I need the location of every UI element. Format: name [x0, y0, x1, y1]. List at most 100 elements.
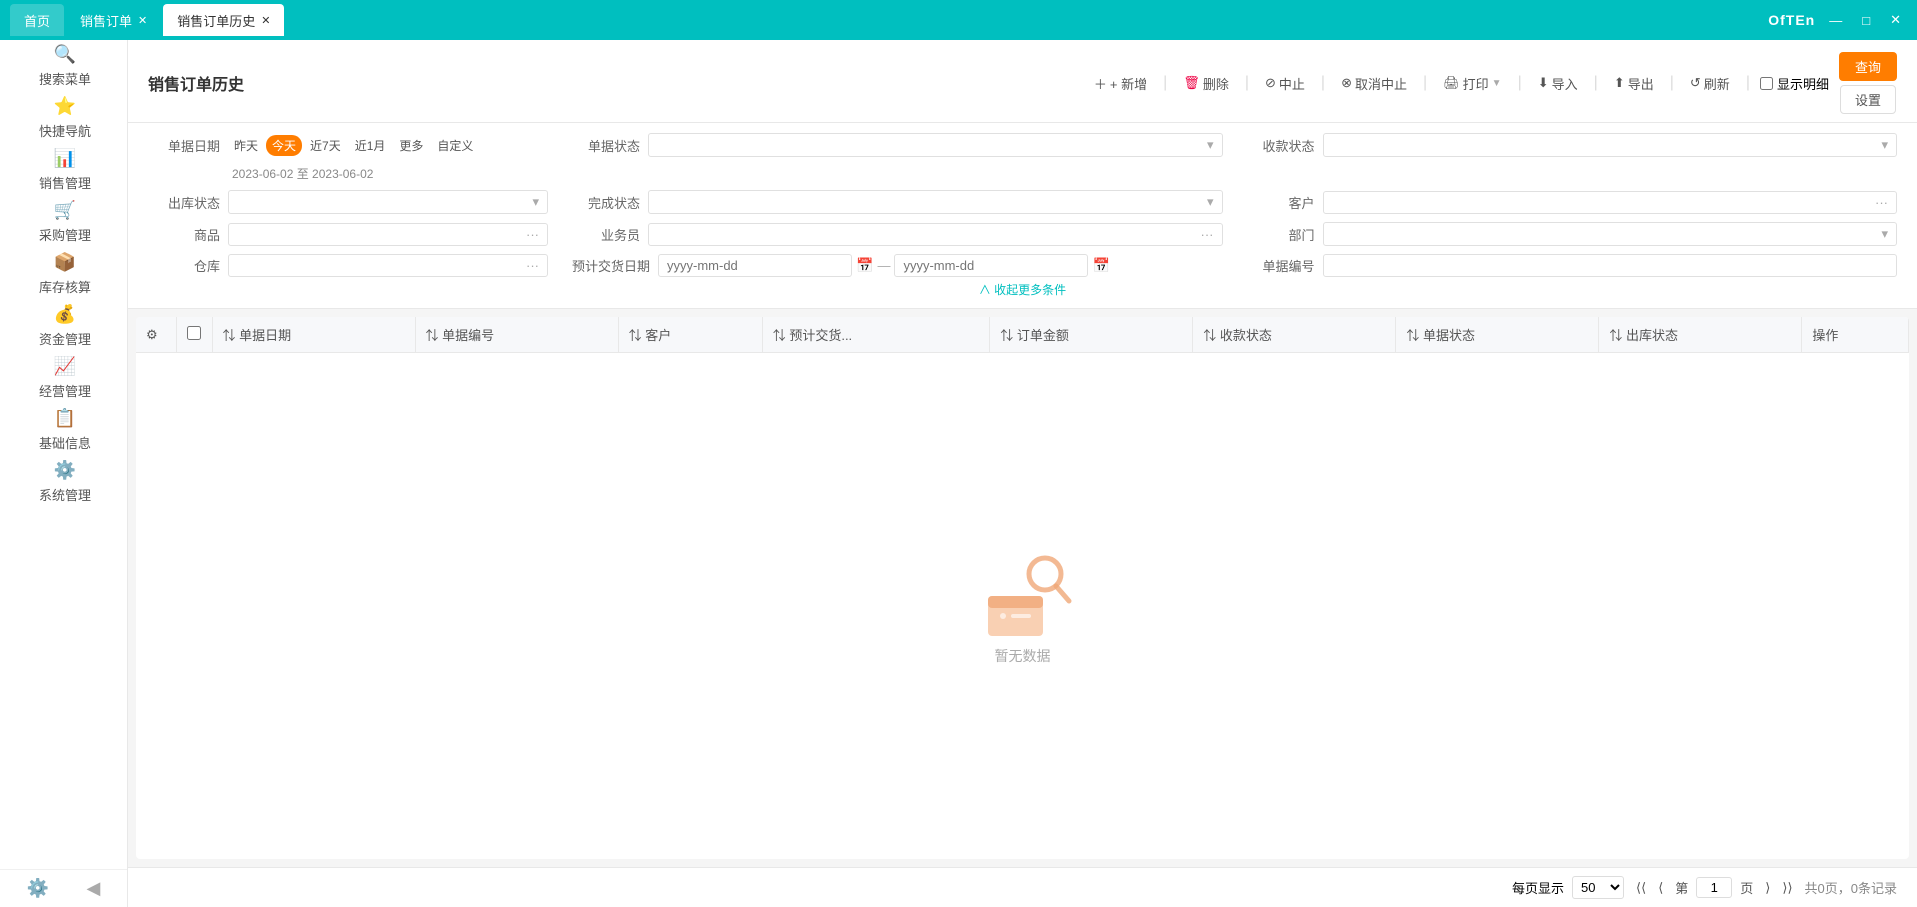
date-btn-more[interactable]: 更多 [393, 135, 429, 156]
th-expected-delivery[interactable]: ⇅ 预计交货... [762, 317, 990, 353]
stop-icon: ⊘ [1265, 75, 1276, 91]
th-settings[interactable]: ⚙ [136, 317, 176, 353]
tab-sales-order-close[interactable]: ✕ [138, 14, 147, 27]
query-button[interactable]: 查询 [1839, 52, 1897, 81]
sidebar-item-operations[interactable]: 📈 经营管理 [0, 352, 127, 404]
filter-out-stock-select[interactable]: ▾ [228, 190, 548, 214]
customer-dots[interactable]: ··· [1875, 195, 1888, 210]
table-footer: 每页显示 50 10 20 100 ⟨⟨ ⟨ 第 页 ⟩ ⟩⟩ 共0页，0条记录 [128, 867, 1917, 907]
import-btn[interactable]: ⬇ 导入 [1532, 71, 1584, 96]
minimize-btn[interactable]: — [1823, 13, 1848, 28]
salesperson-dots[interactable]: ··· [1201, 227, 1214, 242]
warehouse-dots[interactable]: ··· [526, 258, 539, 273]
page-input[interactable] [1696, 877, 1732, 898]
filter-dept-select[interactable]: ▾ [1323, 222, 1898, 246]
th-out-stock-status[interactable]: ⇅ 出库状态 [1599, 317, 1802, 353]
filter-doc-num-input[interactable] [1323, 254, 1898, 277]
last-page-btn[interactable]: ⟩⟩ [1778, 878, 1796, 898]
sidebar-item-purchase-mgmt[interactable]: 🛒 采购管理 [0, 196, 127, 248]
tab-sales-order-history[interactable]: 销售订单历史 ✕ [163, 4, 284, 36]
th-customer[interactable]: ⇅ 客户 [618, 317, 762, 353]
sidebar-item-operations-label: 经营管理 [39, 381, 91, 400]
sep7: | [1670, 74, 1674, 92]
sidebar-item-system-mgmt[interactable]: ⚙️ 系统管理 [0, 456, 127, 508]
sidebar-collapse-icon[interactable]: ◀ [86, 878, 100, 899]
filter-doc-status-label: 单据状态 [568, 136, 648, 155]
doc-status-arrow: ▾ [1207, 137, 1214, 153]
page-size-select[interactable]: 50 10 20 100 [1572, 876, 1624, 899]
filter-complete-status-select[interactable]: ▾ [648, 190, 1223, 214]
select-all-checkbox[interactable] [187, 326, 201, 340]
sidebar-item-quick-nav[interactable]: ⭐ 快捷导航 [0, 92, 127, 144]
page-nav: ⟨⟨ ⟨ 第 页 ⟩ ⟩⟩ [1632, 876, 1797, 899]
search-menu-icon: 🔍 [54, 44, 76, 65]
th-receipt-status[interactable]: ⇅ 收款状态 [1193, 317, 1396, 353]
th-order-amount[interactable]: ⇅ 订单金额 [990, 317, 1193, 353]
th-doc-date[interactable]: ⇅ 单据日期 [212, 317, 415, 353]
setting-button[interactable]: 设置 [1840, 85, 1896, 114]
first-page-btn[interactable]: ⟨⟨ [1632, 878, 1650, 898]
cancel-stop-btn[interactable]: ⊗ 取消中止 [1335, 71, 1413, 96]
filter-date-value: 昨天 今天 近7天 近1月 更多 自定义 [228, 135, 479, 156]
close-btn[interactable]: ✕ [1884, 12, 1907, 28]
sidebar-item-finance[interactable]: 💰 资金管理 [0, 300, 127, 352]
data-table: ⚙ ⇅ 单据日期 ⇅ 单据编号 ⇅ 客户 ⇅ 预计交货... ⇅ 订单金额 ⇅ … [136, 317, 1909, 353]
refresh-btn[interactable]: ↺ 刷新 [1684, 71, 1736, 96]
new-icon: ＋ [1094, 74, 1107, 93]
show-detail-checkbox[interactable] [1760, 77, 1773, 90]
th-operation: 操作 [1802, 317, 1909, 353]
print-btn[interactable]: 🖨 打印 ▼ [1437, 71, 1507, 96]
filter-delivery-date-item: 预计交货日期 📅 — 📅 [548, 254, 1223, 277]
date-btn-yesterday[interactable]: 昨天 [228, 135, 264, 156]
tab-home[interactable]: 首页 [10, 4, 64, 36]
filter-date-item: 单据日期 昨天 今天 近7天 近1月 更多 自定义 [148, 135, 548, 156]
export-btn[interactable]: ⬆ 导出 [1608, 71, 1660, 96]
sidebar-item-sales-mgmt[interactable]: 📊 销售管理 [0, 144, 127, 196]
sidebar-settings-icon[interactable]: ⚙️ [27, 878, 49, 899]
delete-btn[interactable]: 🗑 删除 [1177, 71, 1235, 96]
tab-sales-order[interactable]: 销售订单 ✕ [66, 4, 161, 36]
delivery-date-start-cal[interactable]: 📅 [856, 257, 873, 274]
sidebar-item-search-menu[interactable]: 🔍 搜索菜单 [0, 40, 127, 92]
stop-btn[interactable]: ⊘ 中止 [1259, 71, 1311, 96]
th-checkbox [176, 317, 212, 353]
operations-icon: 📈 [54, 356, 76, 377]
page-size-label: 每页显示 [1512, 878, 1564, 897]
date-btn-1month[interactable]: 近1月 [349, 135, 392, 156]
print-icon: 🖨 [1443, 75, 1460, 91]
filter-delivery-date-label: 预计交货日期 [568, 256, 658, 275]
new-label: + 新增 [1110, 74, 1147, 93]
th-order-amount-sort: ⇅ [1000, 328, 1013, 343]
sidebar: 🔍 搜索菜单 ⭐ 快捷导航 📊 销售管理 🛒 采购管理 📦 库存核算 💰 资金管… [0, 40, 128, 907]
filter-receipt-status-select[interactable]: ▾ [1323, 133, 1898, 157]
filter-receipt-status-item: 收款状态 ▾ [1223, 133, 1898, 157]
delivery-date-end[interactable] [894, 254, 1088, 277]
date-btn-7days[interactable]: 近7天 [304, 135, 347, 156]
th-doc-num[interactable]: ⇅ 单据编号 [415, 317, 618, 353]
sidebar-item-purchase-mgmt-label: 采购管理 [39, 225, 91, 244]
collapse-btn[interactable]: ∧ 收起更多条件 [148, 281, 1897, 298]
total-info: 共0页，0条记录 [1805, 878, 1897, 897]
filter-dept-item: 部门 ▾ [1223, 222, 1898, 246]
th-doc-status[interactable]: ⇅ 单据状态 [1396, 317, 1599, 353]
purchase-mgmt-icon: 🛒 [54, 200, 76, 221]
empty-svg [963, 546, 1083, 646]
sidebar-item-base-info[interactable]: 📋 基础信息 [0, 404, 127, 456]
delivery-date-start[interactable] [658, 254, 852, 277]
maximize-btn[interactable]: □ [1856, 13, 1876, 28]
filter-doc-status-select[interactable]: ▾ [648, 133, 1223, 157]
sidebar-item-inventory[interactable]: 📦 库存核算 [0, 248, 127, 300]
tab-sales-order-history-close[interactable]: ✕ [261, 14, 270, 27]
show-detail-checkbox-wrapper[interactable]: 显示明细 [1760, 74, 1829, 93]
next-page-btn[interactable]: ⟩ [1761, 878, 1774, 898]
delivery-date-end-cal[interactable]: 📅 [1092, 257, 1109, 274]
print-label: 打印 [1463, 74, 1489, 93]
export-icon: ⬆ [1614, 75, 1625, 91]
date-btn-today[interactable]: 今天 [266, 135, 302, 156]
prev-page-btn[interactable]: ⟨ [1654, 878, 1667, 898]
new-btn[interactable]: ＋ + 新增 [1088, 71, 1153, 96]
date-btn-custom[interactable]: 自定义 [431, 135, 479, 156]
dept-arrow: ▾ [1881, 226, 1888, 242]
goods-dots[interactable]: ··· [526, 227, 539, 242]
complete-status-arrow: ▾ [1207, 194, 1214, 210]
